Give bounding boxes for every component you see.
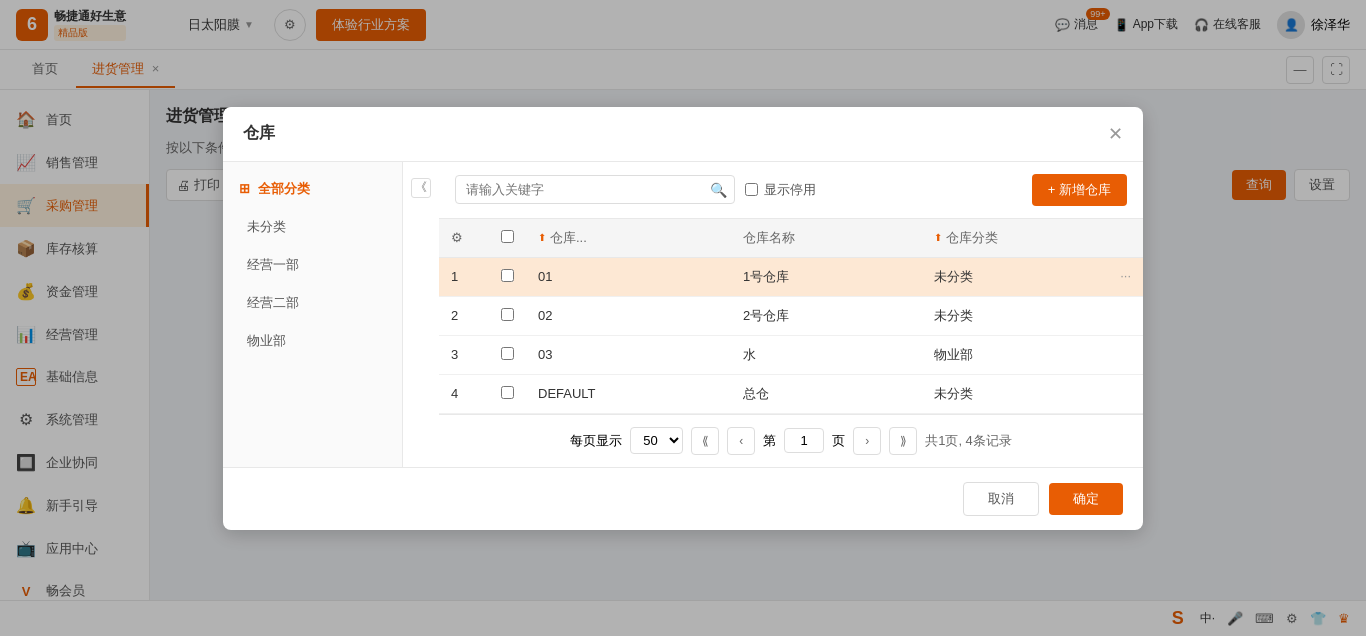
gear-icon: ⚙ [451,230,463,245]
row-name: 1号仓库 [731,257,922,296]
th-category: ⬆ 仓库分类 [922,219,1143,258]
modal-footer: 取消 确定 [223,467,1143,530]
modal-overlay: 仓库 ✕ ⊞ 全部分类 未分类 经营一部 经营二部 物业部 《 [0,0,1366,636]
table-row[interactable]: 3 03 水 物业部 [439,335,1143,374]
warehouse-table: ⚙ ⬆ 仓库... [439,219,1143,414]
add-warehouse-button[interactable]: + 新增仓库 [1032,174,1127,206]
row-select-checkbox[interactable] [501,347,514,360]
row-select-checkbox[interactable] [501,269,514,282]
row-checkbox [489,296,526,335]
row-code: 03 [526,335,731,374]
select-all-checkbox[interactable] [501,230,514,243]
cancel-button[interactable]: 取消 [963,482,1039,516]
row-name: 2号仓库 [731,296,922,335]
modal-close-button[interactable]: ✕ [1108,123,1123,145]
modal-header: 仓库 ✕ [223,107,1143,162]
table-body: 1 01 1号仓库 未分类 ··· [439,257,1143,413]
category-item-ops2[interactable]: 经营二部 [223,284,402,322]
page-number-input[interactable]: 1 [784,428,824,453]
show-disabled-checkbox[interactable] [745,183,758,196]
row-category: 未分类 [922,296,1143,335]
th-name: 仓库名称 [731,219,922,258]
row-index: 2 [439,296,489,335]
row-category: 未分类 [922,374,1143,413]
collapse-panel-button[interactable]: 《 [411,178,431,198]
table-row[interactable]: 2 02 2号仓库 未分类 [439,296,1143,335]
row-category: 未分类 ··· [922,257,1143,296]
table-toolbar: 🔍 显示停用 + 新增仓库 [439,162,1143,219]
table-row[interactable]: 1 01 1号仓库 未分类 ··· [439,257,1143,296]
next-page-button[interactable]: › [853,427,881,455]
first-page-button[interactable]: ⟪ [691,427,719,455]
row-name: 总仓 [731,374,922,413]
confirm-button[interactable]: 确定 [1049,483,1123,515]
row-index: 3 [439,335,489,374]
last-page-button[interactable]: ⟫ [889,427,917,455]
row-category: 物业部 [922,335,1143,374]
row-checkbox [489,335,526,374]
row-code: DEFAULT [526,374,731,413]
th-settings: ⚙ [439,219,489,258]
show-disabled-label[interactable]: 显示停用 [745,181,816,199]
row-name: 水 [731,335,922,374]
search-input-wrap: 🔍 [455,175,735,204]
row-code: 01 [526,257,731,296]
row-checkbox [489,257,526,296]
row-select-checkbox[interactable] [501,386,514,399]
row-more-icon[interactable]: ··· [1120,268,1131,283]
category-item-uncategorized[interactable]: 未分类 [223,208,402,246]
table-head: ⚙ ⬆ 仓库... [439,219,1143,258]
row-code: 02 [526,296,731,335]
prev-page-button[interactable]: ‹ [727,427,755,455]
row-select-checkbox[interactable] [501,308,514,321]
row-index: 1 [439,257,489,296]
table-panel: 🔍 显示停用 + 新增仓库 ⚙ [439,162,1143,467]
panel-collapse-area: 《 [403,162,439,467]
search-button[interactable]: 🔍 [710,182,727,198]
all-categories-item[interactable]: ⊞ 全部分类 [223,170,402,208]
row-index: 4 [439,374,489,413]
modal-body: ⊞ 全部分类 未分类 经营一部 经营二部 物业部 《 🔍 [223,162,1143,467]
grid-icon: ⊞ [239,181,250,196]
category-panel: ⊞ 全部分类 未分类 经营一部 经营二部 物业部 [223,162,403,467]
sort-icon-2: ⬆ [934,232,942,243]
sort-icon: ⬆ [538,232,546,243]
th-code: ⬆ 仓库... [526,219,731,258]
pagination: 每页显示 50 ⟪ ‹ 第 1 页 › ⟫ 共1页, 4条记录 [439,414,1143,467]
search-input[interactable] [455,175,735,204]
modal-title: 仓库 [243,123,275,144]
table-container: ⚙ ⬆ 仓库... [439,219,1143,414]
th-checkbox [489,219,526,258]
table-row[interactable]: 4 DEFAULT 总仓 未分类 [439,374,1143,413]
category-item-ops1[interactable]: 经营一部 [223,246,402,284]
page-size-select[interactable]: 50 [630,427,683,454]
row-checkbox [489,374,526,413]
category-item-property[interactable]: 物业部 [223,322,402,360]
warehouse-modal: 仓库 ✕ ⊞ 全部分类 未分类 经营一部 经营二部 物业部 《 [223,107,1143,530]
